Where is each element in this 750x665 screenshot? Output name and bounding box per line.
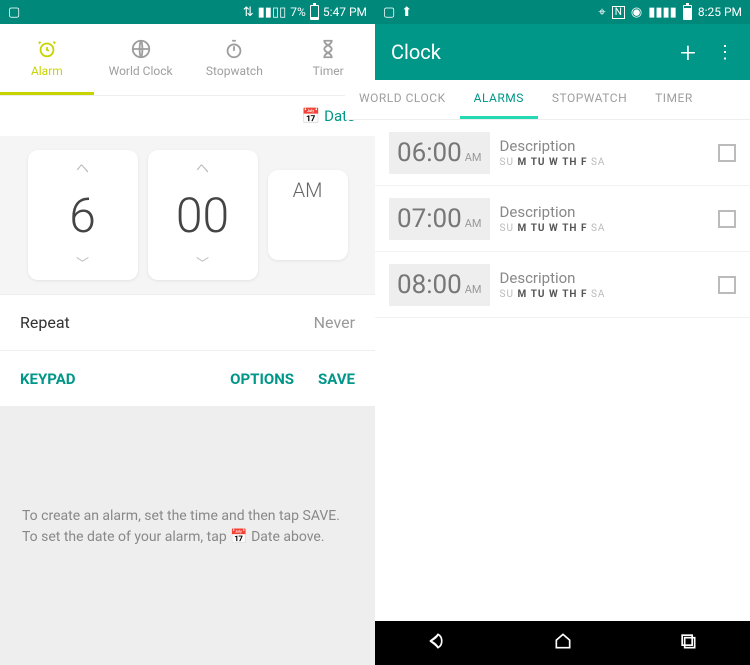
- keypad-button[interactable]: KEYPAD: [20, 370, 76, 388]
- bluetooth-icon: ⌖: [598, 5, 605, 20]
- options-button[interactable]: OPTIONS: [230, 370, 294, 388]
- tab-alarms[interactable]: ALARMS: [460, 80, 538, 119]
- tab-label: TIMER: [655, 91, 693, 105]
- tab-stopwatch[interactable]: STOPWATCH: [538, 80, 641, 119]
- battery-pct: 7%: [290, 5, 306, 19]
- wifi-icon: ◉: [631, 5, 642, 20]
- globe-icon: [130, 38, 152, 60]
- phone-left: ▢ ⇅ ▮▮▯▯ 7% 5:47 PM Alarm World Clock St…: [0, 0, 375, 665]
- minute-picker[interactable]: ヘ 00 ﹀: [148, 150, 258, 280]
- alarm-meta: Description SU M TU W TH F SA: [500, 203, 708, 234]
- hour-value: 6: [69, 187, 96, 244]
- tab-timer[interactable]: TIMER: [641, 80, 707, 119]
- tab-world-clock[interactable]: World Clock: [94, 24, 188, 95]
- network-icon: ⇅: [243, 5, 254, 20]
- alarm-item[interactable]: 06:00 AM Description SU M TU W TH F SA: [375, 120, 750, 186]
- app-icon: ▢: [383, 5, 395, 20]
- repeat-value: Never: [314, 313, 355, 332]
- time-picker: ヘ 6 ﹀ ヘ 00 ﹀ AM: [0, 136, 375, 294]
- tab-label: WORLD CLOCK: [359, 91, 446, 105]
- hint-text: To create an alarm, set the time and the…: [0, 406, 375, 665]
- alarm-list: 06:00 AM Description SU M TU W TH F SA 0…: [375, 120, 750, 621]
- signal-icon: ▮▮▯▯: [258, 5, 287, 20]
- battery-icon: [310, 5, 319, 20]
- alarm-time: 07:00 AM: [389, 198, 490, 240]
- upload-icon: ⬆: [401, 5, 412, 20]
- alarm-checkbox[interactable]: [718, 144, 736, 162]
- tab-label: World Clock: [109, 64, 173, 78]
- tab-bar-right: WORLD CLOCK ALARMS STOPWATCH TIMER: [345, 80, 750, 120]
- status-bar-left: ▢ ⇅ ▮▮▯▯ 7% 5:47 PM: [0, 0, 375, 24]
- save-button[interactable]: SAVE: [318, 370, 355, 388]
- tab-label: Alarm: [31, 64, 63, 78]
- status-bar-right: ▢ ⬆ ⌖ N ◉ ▮▮▮▮ 8:25 PM: [375, 0, 750, 24]
- alarm-item[interactable]: 07:00 AM Description SU M TU W TH F SA: [375, 186, 750, 252]
- home-button[interactable]: [553, 631, 573, 655]
- tab-label: STOPWATCH: [552, 91, 627, 105]
- alarm-ampm: AM: [465, 151, 482, 164]
- tab-world-clock[interactable]: WORLD CLOCK: [345, 80, 460, 119]
- app-bar: Clock + ⋮: [375, 24, 750, 80]
- alarm-checkbox[interactable]: [718, 210, 736, 228]
- ampm-value: AM: [293, 178, 323, 202]
- phone-right: ▢ ⬆ ⌖ N ◉ ▮▮▮▮ 8:25 PM Clock + ⋮ WORLD C…: [375, 0, 750, 665]
- recent-button[interactable]: [678, 631, 698, 655]
- tab-label: ALARMS: [474, 91, 524, 105]
- add-button[interactable]: +: [680, 36, 696, 69]
- nav-bar: [375, 621, 750, 665]
- alarm-meta: Description SU M TU W TH F SA: [500, 269, 708, 300]
- chevron-down-icon: ﹀: [76, 253, 89, 272]
- tab-label: Stopwatch: [206, 64, 263, 78]
- alarm-time: 06:00 AM: [389, 132, 490, 174]
- hour-picker[interactable]: ヘ 6 ﹀: [28, 150, 138, 280]
- status-time: 8:25 PM: [698, 5, 742, 19]
- tab-alarm[interactable]: Alarm: [0, 24, 94, 95]
- alarm-description: Description: [500, 203, 708, 221]
- alarm-days: SU M TU W TH F SA: [500, 157, 708, 168]
- chevron-up-icon: ヘ: [76, 158, 89, 177]
- screenshot-icon: ▢: [8, 5, 20, 20]
- alarm-meta: Description SU M TU W TH F SA: [500, 137, 708, 168]
- minute-value: 00: [176, 187, 229, 244]
- nfc-icon: N: [612, 6, 625, 19]
- battery-icon: [683, 5, 692, 20]
- alarm-icon: [36, 38, 58, 60]
- back-button[interactable]: [428, 631, 448, 655]
- chevron-up-icon: ヘ: [196, 158, 209, 177]
- menu-button[interactable]: ⋮: [716, 42, 734, 63]
- alarm-description: Description: [500, 137, 708, 155]
- alarm-item[interactable]: 08:00 AM Description SU M TU W TH F SA: [375, 252, 750, 318]
- stopwatch-icon: [223, 38, 245, 60]
- alarm-description: Description: [500, 269, 708, 287]
- alarm-ampm: AM: [465, 283, 482, 296]
- action-row: KEYPAD OPTIONS SAVE: [0, 350, 375, 406]
- alarm-checkbox[interactable]: [718, 276, 736, 294]
- alarm-hm: 07:00: [397, 204, 462, 234]
- chevron-down-icon: ﹀: [196, 253, 209, 272]
- tab-stopwatch[interactable]: Stopwatch: [188, 24, 282, 95]
- status-time: 5:47 PM: [323, 5, 367, 19]
- alarm-days: SU M TU W TH F SA: [500, 289, 708, 300]
- signal-icon: ▮▮▮▮: [648, 5, 677, 20]
- repeat-row[interactable]: Repeat Never: [0, 294, 375, 350]
- alarm-days: SU M TU W TH F SA: [500, 223, 708, 234]
- alarm-hm: 08:00: [397, 270, 462, 300]
- tab-label: Timer: [313, 64, 344, 78]
- hourglass-icon: [317, 38, 339, 60]
- alarm-ampm: AM: [465, 217, 482, 230]
- date-button[interactable]: 📅 Date: [0, 96, 375, 136]
- alarm-hm: 06:00: [397, 138, 462, 168]
- alarm-time: 08:00 AM: [389, 264, 490, 306]
- app-title: Clock: [391, 40, 441, 64]
- ampm-picker[interactable]: AM: [268, 170, 348, 260]
- repeat-label: Repeat: [20, 313, 70, 332]
- calendar-icon: 📅: [301, 107, 320, 125]
- tab-bar-left: Alarm World Clock Stopwatch Timer: [0, 24, 375, 96]
